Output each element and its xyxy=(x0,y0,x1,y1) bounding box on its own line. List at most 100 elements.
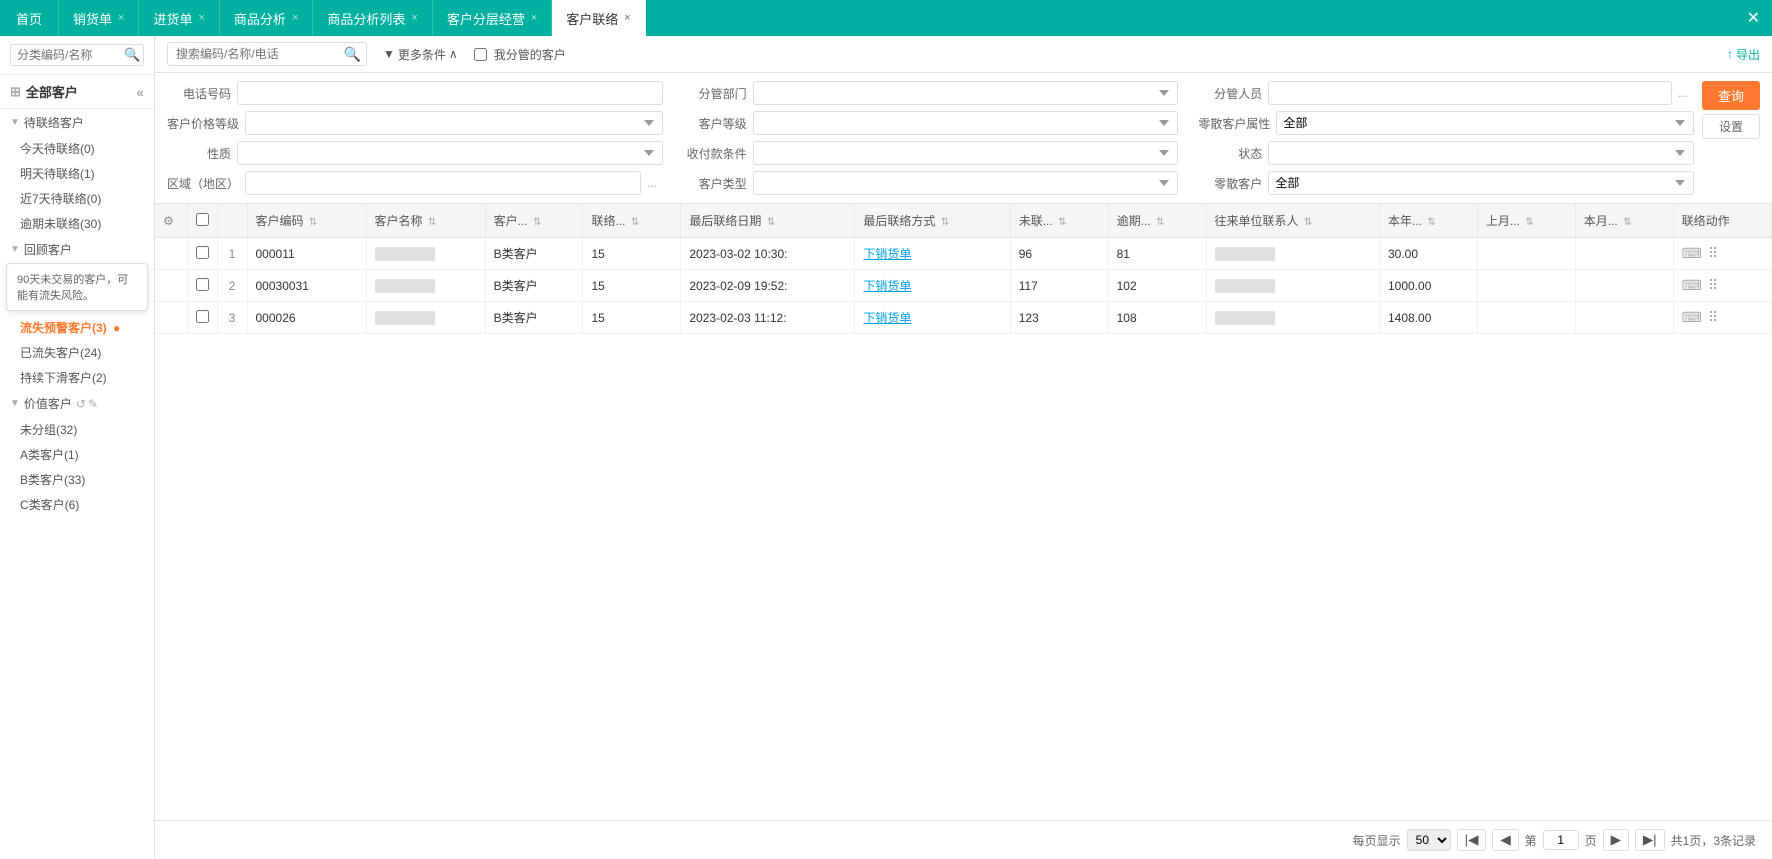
last-month-col[interactable]: 上月... ⇅ xyxy=(1477,204,1575,238)
phone-input[interactable] xyxy=(237,81,663,105)
region-input[interactable] xyxy=(245,171,641,195)
refresh-icon[interactable]: ↺ xyxy=(76,397,86,411)
action-more-icon[interactable]: ⠿ xyxy=(1708,309,1718,326)
payment-select[interactable] xyxy=(753,141,1179,165)
this-year-col[interactable]: 本年... ⇅ xyxy=(1379,204,1477,238)
row-checkbox-cell[interactable] xyxy=(187,238,217,270)
payment-label: 收付款条件 xyxy=(683,145,753,162)
tab-purchase[interactable]: 进货单 × xyxy=(139,0,219,36)
customer-code-col[interactable]: 客户编码 ⇅ xyxy=(247,204,366,238)
tab-analysis[interactable]: 商品分析 × xyxy=(220,0,313,36)
row-contact-cell: 15 xyxy=(583,270,681,302)
settings-gear-icon[interactable]: ⚙ xyxy=(163,214,174,228)
nature-select[interactable] xyxy=(237,141,663,165)
close-tab-sales[interactable]: × xyxy=(118,12,124,24)
close-tab-customer-contact[interactable]: × xyxy=(624,12,630,24)
customer-name-col[interactable]: 客户名称 ⇅ xyxy=(366,204,485,238)
my-customer-checkbox-label[interactable]: 我分管的客户 xyxy=(474,46,566,63)
sidebar-item-overdue[interactable]: 逾期未联络(30) xyxy=(0,211,154,236)
search-input[interactable] xyxy=(167,42,367,66)
query-button[interactable]: 查询 xyxy=(1702,81,1760,110)
settings-button[interactable]: 设置 xyxy=(1702,114,1760,139)
contact-method-link[interactable]: 下销货单 xyxy=(863,247,911,261)
close-tab-purchase[interactable]: × xyxy=(198,12,204,24)
this-month-col[interactable]: 本月... ⇅ xyxy=(1575,204,1673,238)
customer-level-select[interactable] xyxy=(753,111,1179,135)
checkbox-col-header[interactable] xyxy=(187,204,217,238)
action-link-icon[interactable]: ⌨ xyxy=(1682,245,1702,262)
close-tab-customer-segment[interactable]: × xyxy=(531,12,537,24)
last-contact-method-col[interactable]: 最后联络方式 ⇅ xyxy=(855,204,1010,238)
not-contacted-col[interactable]: 未联... ⇅ xyxy=(1010,204,1108,238)
all-customers-header[interactable]: ⊞ 全部客户 « xyxy=(0,75,154,109)
action-link-icon[interactable]: ⌨ xyxy=(1682,309,1702,326)
sidebar-item-b-class[interactable]: B类客户(33) xyxy=(0,467,154,492)
sidebar-item-ungroup[interactable]: 未分组(32) xyxy=(0,417,154,442)
page-size-select[interactable]: 50 xyxy=(1407,829,1451,851)
sidebar-group-pending[interactable]: ▼ 待联络客户 xyxy=(0,109,154,136)
tab-customer-contact[interactable]: 客户联络 × xyxy=(552,0,645,36)
row-checkbox[interactable] xyxy=(196,246,209,259)
sidebar-item-a-class[interactable]: A类客户(1) xyxy=(0,442,154,467)
retail-select[interactable]: 全部 xyxy=(1268,171,1694,195)
contact-col[interactable]: 联络... ⇅ xyxy=(583,204,681,238)
contact-method-link[interactable]: 下销货单 xyxy=(863,279,911,293)
tab-home[interactable]: 首页 xyxy=(0,0,59,36)
tab-analysis-list[interactable]: 商品分析列表 × xyxy=(313,0,432,36)
next-page-btn[interactable]: ▶ xyxy=(1603,829,1629,851)
sidebar-item-declining[interactable]: 持续下滑客户(2) xyxy=(0,365,154,390)
contact-method-link[interactable]: 下销货单 xyxy=(863,311,911,325)
unit-contacts-col[interactable]: 往来单位联系人 ⇅ xyxy=(1206,204,1379,238)
last-contact-date-col[interactable]: 最后联络日期 ⇅ xyxy=(681,204,855,238)
row-date-cell: 2023-02-03 11:12: xyxy=(681,302,855,334)
sidebar-item-tomorrow[interactable]: 明天待联络(1) xyxy=(0,161,154,186)
dotdot-region[interactable]: ... xyxy=(641,176,663,190)
close-tab-analysis[interactable]: × xyxy=(292,12,298,24)
dotdot-person[interactable]: ... xyxy=(1672,86,1694,100)
my-customer-checkbox[interactable] xyxy=(474,48,487,61)
close-window-btn[interactable]: ✕ xyxy=(1747,8,1772,28)
collapse-icon[interactable]: « xyxy=(136,84,144,100)
row-method-cell[interactable]: 下销货单 xyxy=(855,270,1010,302)
sidebar-item-churned[interactable]: 已流失客户(24) xyxy=(0,340,154,365)
price-level-select[interactable] xyxy=(245,111,663,135)
customer-type-col[interactable]: 客户... ⇅ xyxy=(485,204,583,238)
row-method-cell[interactable]: 下销货单 xyxy=(855,302,1010,334)
sidebar-item-today[interactable]: 今天待联络(0) xyxy=(0,136,154,161)
export-btn[interactable]: ↑ 导出 xyxy=(1727,46,1760,63)
action-more-icon[interactable]: ⠿ xyxy=(1708,245,1718,262)
search-icon-btn[interactable]: 🔍 xyxy=(344,46,361,63)
sidebar-item-7days[interactable]: 近7天待联络(0) xyxy=(0,186,154,211)
pagination: 每页显示 50 |◀ ◀ 第 页 ▶ ▶| 共1页，3条记录 xyxy=(155,820,1772,859)
select-all-checkbox[interactable] xyxy=(196,213,209,226)
sidebar-item-churn-warning[interactable]: 流失预警客户(3) ● xyxy=(0,315,154,340)
row-checkbox[interactable] xyxy=(196,278,209,291)
current-page-input[interactable] xyxy=(1543,830,1579,850)
close-tab-analysis-list[interactable]: × xyxy=(411,12,417,24)
row-checkbox[interactable] xyxy=(196,310,209,323)
action-more-icon[interactable]: ⠿ xyxy=(1708,277,1718,294)
last-page-btn[interactable]: ▶| xyxy=(1635,829,1665,851)
sidebar-item-c-class[interactable]: C类客户(6) xyxy=(0,492,154,517)
sidebar-group-value[interactable]: ▼ 价值客户 ↺ ✎ xyxy=(0,390,154,417)
row-method-cell[interactable]: 下销货单 xyxy=(855,238,1010,270)
status-select[interactable] xyxy=(1268,141,1694,165)
sort-icon-date: ⇅ xyxy=(767,217,775,228)
more-filter-btn[interactable]: ▼ 更多条件 ∧ xyxy=(375,43,466,66)
prev-page-btn[interactable]: ◀ xyxy=(1492,829,1518,851)
retail-attr-select[interactable]: 全部 xyxy=(1276,111,1694,135)
person-input[interactable] xyxy=(1268,81,1672,105)
dept-select[interactable] xyxy=(753,81,1179,105)
filter-row-2: 客户价格等级 客户等级 零散客户属性 全部 xyxy=(167,111,1694,135)
settings-col-header[interactable]: ⚙ xyxy=(155,204,187,238)
edit-icon[interactable]: ✎ xyxy=(88,397,98,411)
overdue-col[interactable]: 逾期... ⇅ xyxy=(1108,204,1206,238)
tab-sales[interactable]: 销货单 × xyxy=(59,0,139,36)
action-link-icon[interactable]: ⌨ xyxy=(1682,277,1702,294)
sidebar-group-review[interactable]: ▼ 回顾客户 xyxy=(0,236,154,263)
tab-customer-segment[interactable]: 客户分层经营 × xyxy=(433,0,552,36)
customer-type-select[interactable] xyxy=(753,171,1179,195)
row-checkbox-cell[interactable] xyxy=(187,302,217,334)
first-page-btn[interactable]: |◀ xyxy=(1457,829,1487,851)
row-checkbox-cell[interactable] xyxy=(187,270,217,302)
